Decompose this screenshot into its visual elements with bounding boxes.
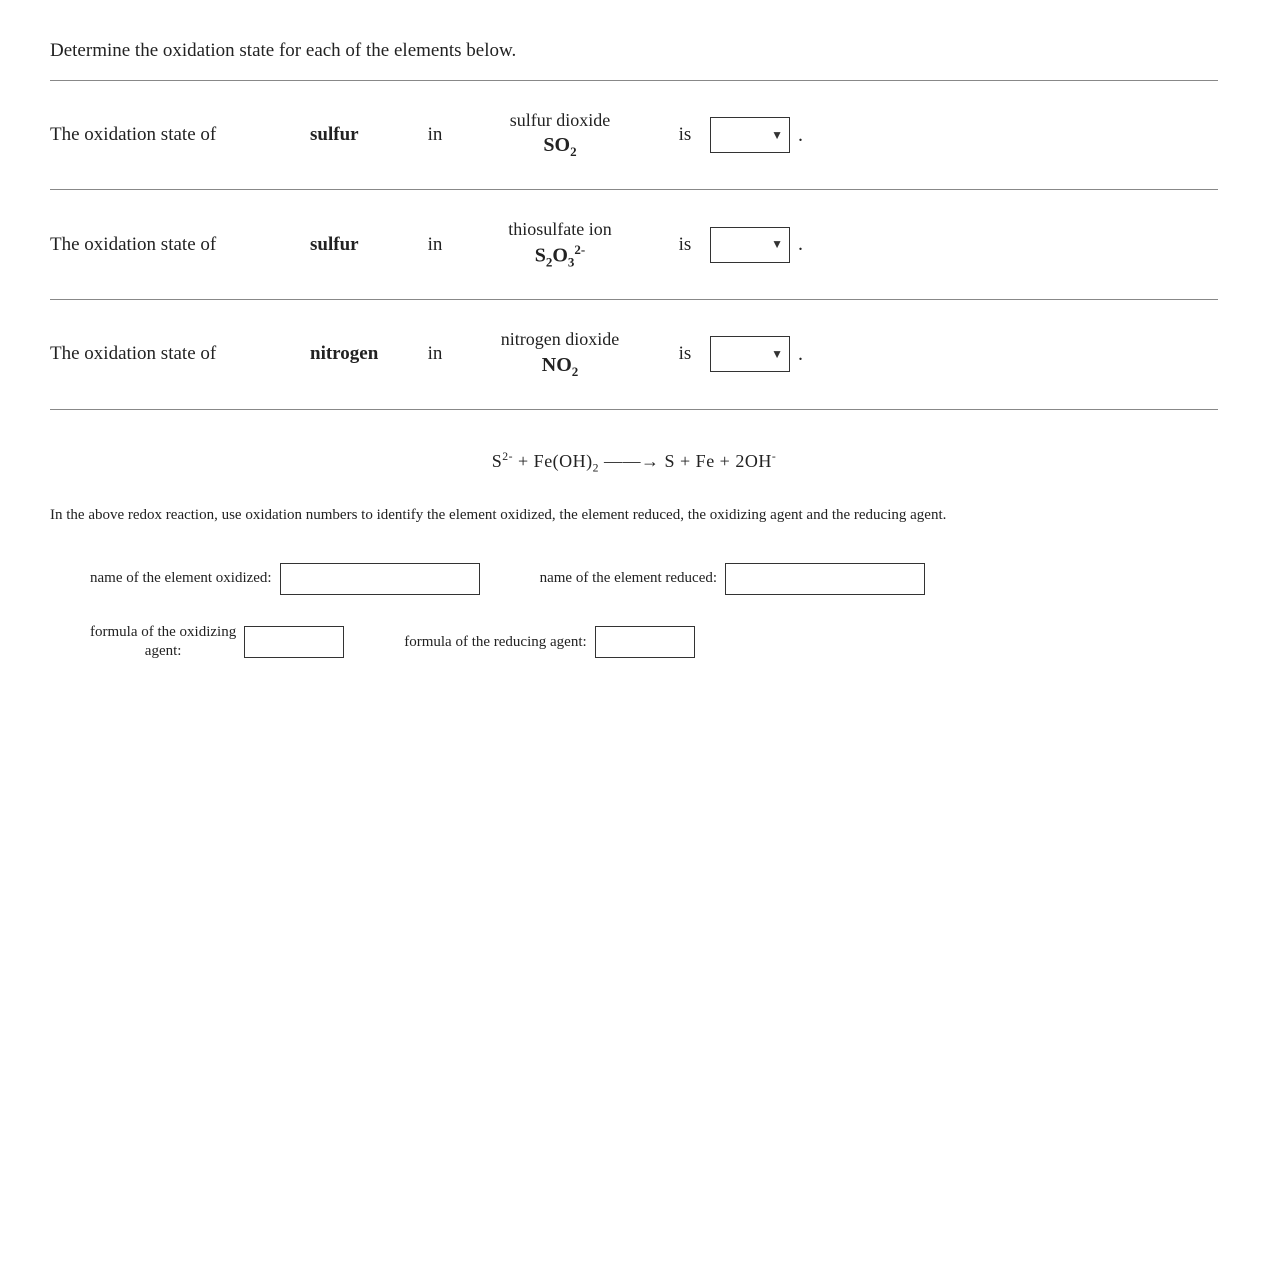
redox-row-2: formula of the oxidizing agent: formula … <box>90 623 1218 662</box>
redox-description: In the above redox reaction, use oxidati… <box>50 504 1218 527</box>
q1-compound: sulfur dioxide SO2 <box>460 109 660 161</box>
redox-input-oxidizing-agent[interactable] <box>244 626 344 658</box>
redox-row-1: name of the element oxidized: name of th… <box>90 563 1218 595</box>
q1-phrase: The oxidation state of <box>50 124 310 146</box>
redox-field-reducing-agent: formula of the reducing agent: <box>404 626 694 658</box>
q3-element: nitrogen <box>310 343 410 365</box>
q1-dropdown-underline <box>747 126 771 144</box>
q1-period: . <box>798 124 803 147</box>
q3-is: is <box>660 343 710 365</box>
q1-compound-formula: SO2 <box>460 132 660 161</box>
redox-inputs: name of the element oxidized: name of th… <box>50 563 1218 662</box>
redox-field-oxidized: name of the element oxidized: <box>90 563 480 595</box>
question-row-1: The oxidation state of sulfur in sulfur … <box>50 81 1218 190</box>
q3-compound-name: nitrogen dioxide <box>460 328 660 351</box>
q2-dropdown-arrow: ▼ <box>771 237 783 252</box>
q2-period: . <box>798 233 803 256</box>
q3-compound-formula: NO2 <box>460 352 660 381</box>
q3-period: . <box>798 343 803 366</box>
redox-input-reduced[interactable] <box>725 563 925 595</box>
q3-dropdown-arrow: ▼ <box>771 347 783 362</box>
redox-field-reduced: name of the element reduced: <box>540 563 925 595</box>
q2-element: sulfur <box>310 234 410 256</box>
q2-dropdown-underline <box>747 236 771 254</box>
q2-answer-area: ▼ . <box>710 227 803 263</box>
q1-dropdown[interactable]: ▼ <box>710 117 790 153</box>
redox-input-reducing-agent[interactable] <box>595 626 695 658</box>
redox-label-reduced: name of the element reduced: <box>540 570 717 587</box>
q1-compound-name: sulfur dioxide <box>460 109 660 132</box>
redox-section: S2- + Fe(OH)2 ——→ S + Fe + 2OH- In the a… <box>50 450 1218 662</box>
q3-dropdown-underline <box>747 345 771 363</box>
instructions-text: Determine the oxidation state for each o… <box>50 40 1218 62</box>
q2-is: is <box>660 234 710 256</box>
redox-field-oxidizing-agent: formula of the oxidizing agent: <box>90 623 344 662</box>
q1-dropdown-arrow: ▼ <box>771 128 783 143</box>
q1-in: in <box>410 124 460 146</box>
q2-in: in <box>410 234 460 256</box>
q3-phrase: The oxidation state of <box>50 343 310 365</box>
q3-in: in <box>410 343 460 365</box>
q1-element: sulfur <box>310 124 410 146</box>
questions-section: The oxidation state of sulfur in sulfur … <box>50 80 1218 410</box>
q1-answer-area: ▼ . <box>710 117 803 153</box>
q1-is: is <box>660 124 710 146</box>
question-row-3: The oxidation state of nitrogen in nitro… <box>50 300 1218 409</box>
q2-compound-name: thiosulfate ion <box>460 218 660 241</box>
redox-label-oxidizing-agent: formula of the oxidizing agent: <box>90 623 236 662</box>
q3-answer-area: ▼ . <box>710 336 803 372</box>
q2-compound-formula: S2O32- <box>460 242 660 272</box>
q2-phrase: The oxidation state of <box>50 234 310 256</box>
q2-compound: thiosulfate ion S2O32- <box>460 218 660 271</box>
redox-label-reducing-agent: formula of the reducing agent: <box>404 634 586 651</box>
q3-dropdown[interactable]: ▼ <box>710 336 790 372</box>
redox-equation: S2- + Fe(OH)2 ——→ S + Fe + 2OH- <box>50 450 1218 475</box>
q3-compound: nitrogen dioxide NO2 <box>460 328 660 380</box>
redox-input-oxidized[interactable] <box>280 563 480 595</box>
question-row-2: The oxidation state of sulfur in thiosul… <box>50 190 1218 300</box>
redox-label-oxidized: name of the element oxidized: <box>90 570 272 587</box>
q2-dropdown[interactable]: ▼ <box>710 227 790 263</box>
